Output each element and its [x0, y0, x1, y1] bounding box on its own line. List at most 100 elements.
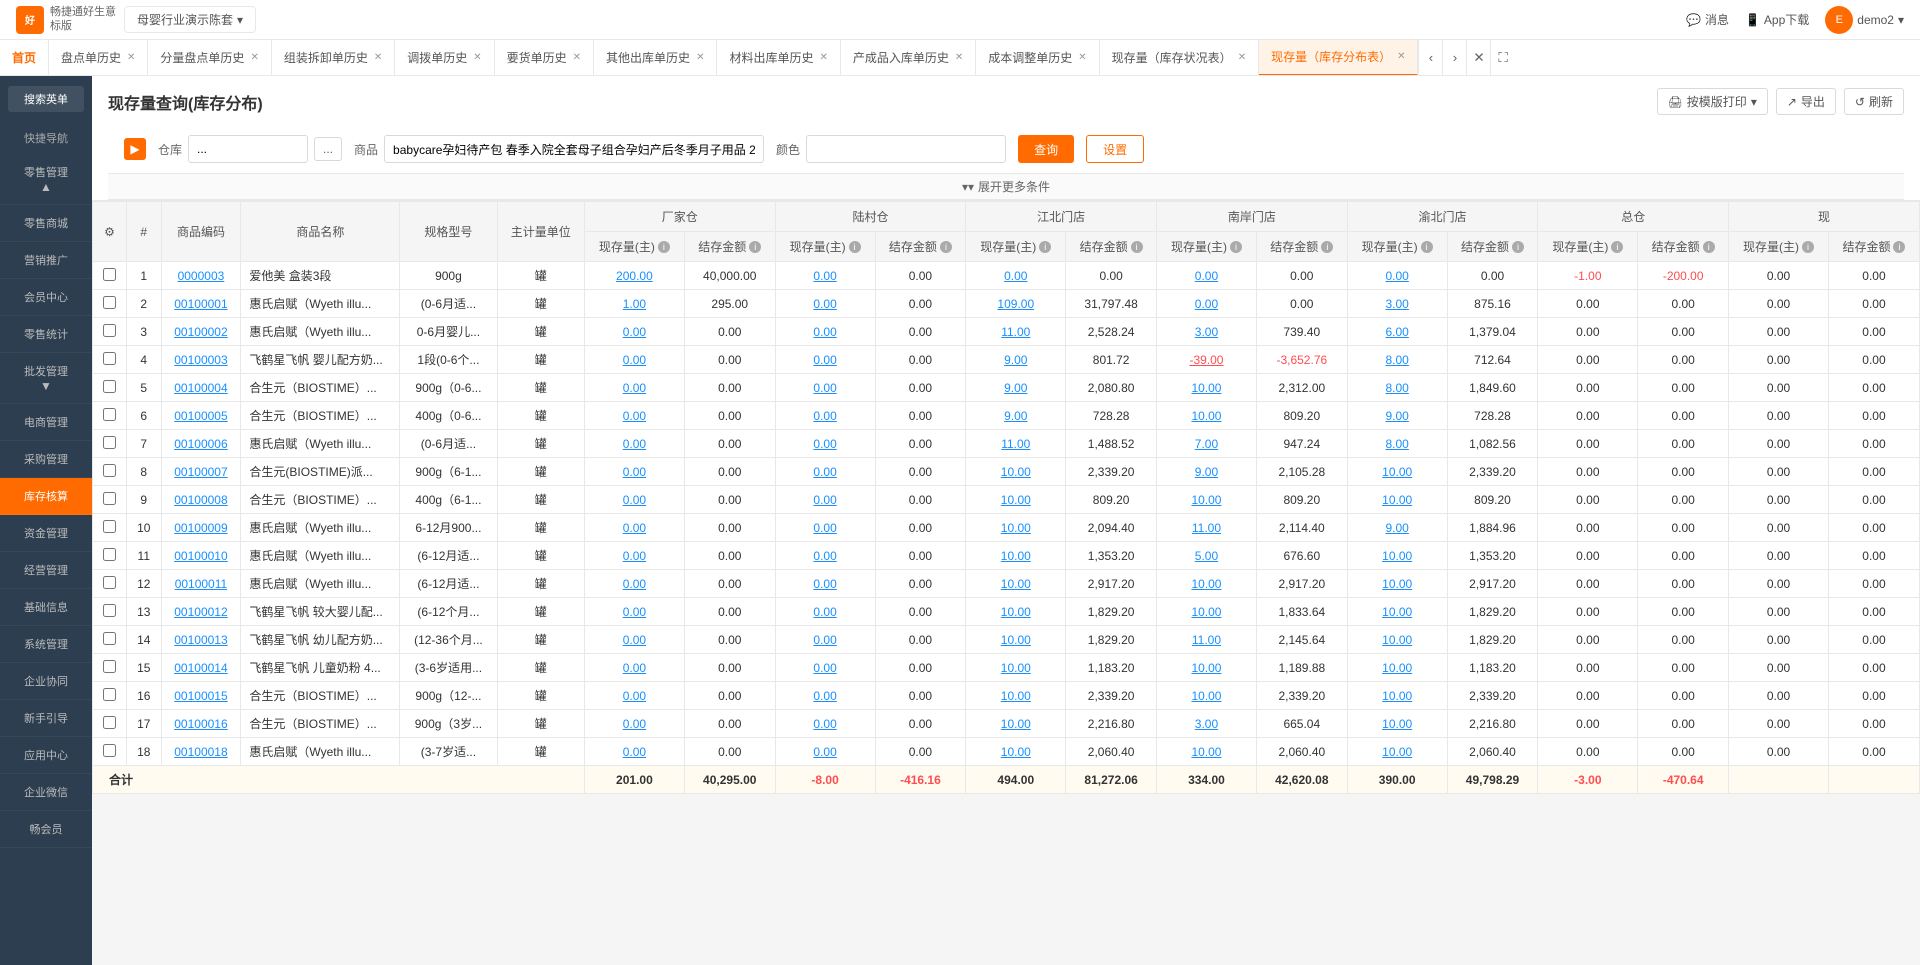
tab-close-icon[interactable]: ✕ — [819, 52, 827, 63]
sidebar-item-wechat[interactable]: 企业微信 — [0, 774, 92, 811]
tab-close-icon[interactable]: ✕ — [696, 52, 704, 63]
search-button[interactable]: 查询 — [1018, 135, 1074, 163]
tab-requisition[interactable]: 要货单历史 ✕ — [495, 40, 594, 76]
info-icon[interactable]: i — [1703, 241, 1715, 253]
cell-checkbox[interactable] — [93, 514, 127, 542]
tab-close-icon[interactable]: ✕ — [1238, 52, 1246, 63]
th-settings[interactable]: ⚙ — [93, 202, 127, 262]
cell-checkbox[interactable] — [93, 682, 127, 710]
export-button[interactable]: ↗ 导出 — [1776, 88, 1836, 115]
info-icon[interactable]: i — [658, 241, 670, 253]
sidebar-item-purchase[interactable]: 采购管理 — [0, 441, 92, 478]
sidebar-item-inventory[interactable]: 库存核算 — [0, 478, 92, 515]
sidebar-item-retail-stats[interactable]: 零售统计 — [0, 316, 92, 353]
warehouse-input[interactable] — [188, 135, 308, 163]
info-icon[interactable]: i — [940, 241, 952, 253]
info-icon[interactable]: i — [749, 241, 761, 253]
tab-close-icon[interactable]: ✕ — [473, 52, 481, 63]
cell-checkbox[interactable] — [93, 654, 127, 682]
tab-cost-adj[interactable]: 成本调整单历史 ✕ — [976, 40, 1099, 76]
tab-stock-status[interactable]: 现存量（库存状况表） ✕ — [1100, 40, 1259, 76]
tab-inventory-sub[interactable]: 分量盘点单历史 ✕ — [148, 40, 271, 76]
tab-assembly[interactable]: 组装拆卸单历史 ✕ — [272, 40, 395, 76]
cell-checkbox[interactable] — [93, 598, 127, 626]
sidebar-item-enterprise[interactable]: 企业协同 — [0, 663, 92, 700]
sidebar-search-box[interactable]: 搜索英单 — [8, 86, 84, 112]
cell-checkbox[interactable] — [93, 542, 127, 570]
sidebar-item-finance[interactable]: 资金管理 — [0, 515, 92, 552]
sidebar-item-system[interactable]: 系统管理 — [0, 626, 92, 663]
cell-jb-amount: 1,829.20 — [1066, 626, 1157, 654]
org-selector[interactable]: 母婴行业演示陈套 ▾ — [124, 6, 256, 33]
expand-more-btn[interactable]: ▾▾ 展开更多条件 — [962, 178, 1050, 195]
sidebar-item-member[interactable]: 会员中心 — [0, 279, 92, 316]
info-icon[interactable]: i — [1421, 241, 1433, 253]
warehouse-ellipsis-button[interactable]: ... — [314, 137, 342, 161]
info-icon[interactable]: i — [1321, 241, 1333, 253]
table-area[interactable]: ⚙ # 商品编码 商品名称 规格型号 主计量单位 厂家仓 陆村仓 江北门店 南岸… — [92, 201, 1920, 965]
info-icon[interactable]: i — [1611, 241, 1623, 253]
tab-material-out[interactable]: 材料出库单历史 ✕ — [717, 40, 840, 76]
cell-checkbox[interactable] — [93, 318, 127, 346]
tab-close-all[interactable]: ✕ — [1466, 40, 1490, 76]
goods-input[interactable] — [384, 135, 764, 163]
sidebar-item-basic[interactable]: 基础信息 — [0, 589, 92, 626]
tab-close-icon[interactable]: ✕ — [374, 52, 382, 63]
print-button[interactable]: 🖨 按模版打印 ▾ — [1657, 88, 1768, 115]
cell-checkbox[interactable] — [93, 346, 127, 374]
tab-home[interactable]: 首页 — [0, 40, 49, 76]
tab-production-in[interactable]: 产成品入库单历史 ✕ — [841, 40, 976, 76]
info-icon[interactable]: i — [849, 241, 861, 253]
tab-nav-prev[interactable]: ‹ — [1418, 40, 1442, 76]
cell-checkbox[interactable] — [93, 710, 127, 738]
sidebar-search[interactable]: 搜索英单 — [0, 76, 92, 122]
sidebar-item-retail-store[interactable]: 零售商城 — [0, 205, 92, 242]
tab-close-icon[interactable]: ✕ — [955, 52, 963, 63]
sidebar-item-members[interactable]: 畅会员 — [0, 811, 92, 848]
cell-checkbox[interactable] — [93, 486, 127, 514]
sidebar-item-guide[interactable]: 新手引导 — [0, 700, 92, 737]
info-icon[interactable]: i — [1039, 241, 1051, 253]
cell-checkbox[interactable] — [93, 262, 127, 290]
cell-checkbox[interactable] — [93, 374, 127, 402]
tab-inventory-single[interactable]: 盘点单历史 ✕ — [49, 40, 148, 76]
tab-close-icon[interactable]: ✕ — [250, 52, 258, 63]
tab-close-icon[interactable]: ✕ — [1078, 52, 1086, 63]
cell-checkbox[interactable] — [93, 626, 127, 654]
info-icon[interactable]: i — [1230, 241, 1242, 253]
tab-stock-dist[interactable]: 现存量（库存分布表） ✕ — [1259, 40, 1418, 76]
info-icon[interactable]: i — [1512, 241, 1524, 253]
tab-other-out[interactable]: 其他出库单历史 ✕ — [594, 40, 717, 76]
sidebar-quick-nav[interactable]: 快捷导航 — [0, 122, 92, 154]
cell-checkbox[interactable] — [93, 402, 127, 430]
cell-checkbox[interactable] — [93, 458, 127, 486]
user-menu[interactable]: E demo2 ▾ — [1825, 6, 1904, 34]
tab-close-icon[interactable]: ✕ — [573, 52, 581, 63]
setting-button[interactable]: 设置 — [1086, 135, 1144, 163]
refresh-button[interactable]: ↺ 刷新 — [1844, 88, 1904, 115]
sidebar-item-wholesale[interactable]: 批发管理 ▼ — [0, 353, 92, 404]
messages-btn[interactable]: 💬 消息 — [1686, 11, 1729, 28]
cell-checkbox[interactable] — [93, 570, 127, 598]
tab-close-icon[interactable]: ✕ — [127, 52, 135, 63]
sidebar-item-operations[interactable]: 经营管理 — [0, 552, 92, 589]
sidebar-item-marketing[interactable]: 营销推广 — [0, 242, 92, 279]
cell-checkbox[interactable] — [93, 290, 127, 318]
toggle-expand-button[interactable]: ▶ — [124, 138, 146, 160]
cell-checkbox[interactable] — [93, 430, 127, 458]
tab-transfer[interactable]: 调拨单历史 ✕ — [395, 40, 494, 76]
info-icon[interactable]: i — [1802, 241, 1814, 253]
info-icon[interactable]: i — [1893, 241, 1905, 253]
sidebar-item-apps[interactable]: 应用中心 — [0, 737, 92, 774]
tab-close-icon[interactable]: ✕ — [1397, 51, 1405, 62]
tab-nav-next[interactable]: › — [1442, 40, 1466, 76]
cell-code: 00100011 — [161, 570, 241, 598]
cell-checkbox[interactable] — [93, 738, 127, 766]
sidebar-item-ecommerce[interactable]: 电商管理 — [0, 404, 92, 441]
settings-icon[interactable]: ⚙ — [104, 225, 115, 239]
sidebar-item-retail-mgmt[interactable]: 零售管理 ▲ — [0, 154, 92, 205]
info-icon[interactable]: i — [1131, 241, 1143, 253]
tab-expand[interactable]: ⛶ — [1490, 40, 1514, 76]
app-download-btn[interactable]: 📱 App下载 — [1745, 11, 1809, 28]
color-input[interactable] — [806, 135, 1006, 163]
